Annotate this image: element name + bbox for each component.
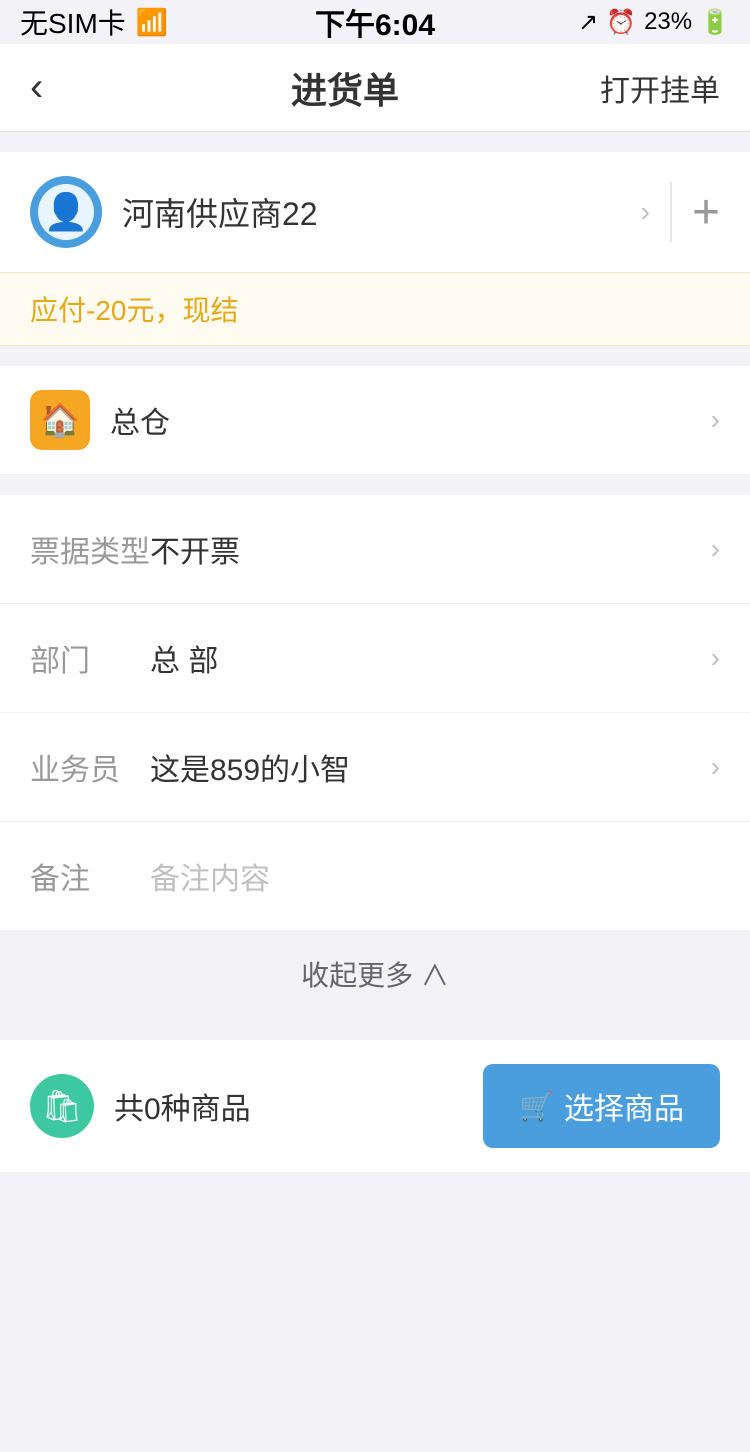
select-product-icon: 🛒: [519, 1090, 554, 1123]
supplier-section: 👤 河南供应商22 › + 应付-20元，现结: [0, 152, 750, 346]
carrier-label: 无SIM卡: [20, 2, 126, 42]
warehouse-icon: 🏠: [40, 401, 80, 439]
salesperson-arrow-icon: ›: [711, 751, 720, 783]
remark-row[interactable]: 备注 备注内容: [0, 822, 750, 930]
salesperson-value: 这是859的小智: [150, 745, 711, 789]
supplier-avatar: 👤: [30, 176, 102, 248]
salesperson-row[interactable]: 业务员 这是859的小智 ›: [0, 713, 750, 822]
invoice-type-arrow-icon: ›: [711, 533, 720, 565]
back-button[interactable]: ‹: [30, 65, 90, 110]
product-icon-container: 🛍: [30, 1074, 94, 1138]
add-supplier-button[interactable]: +: [692, 185, 720, 240]
section-divider-4: [0, 1018, 750, 1038]
department-value: 总 部: [150, 636, 711, 680]
bottom-bar: 🛍 共0种商品 🛒 选择商品: [0, 1040, 750, 1172]
empty-area: [0, 1172, 750, 1452]
page-title: 进货单: [90, 62, 600, 114]
person-icon: 👤: [44, 191, 89, 233]
battery-icon: 🔋: [700, 8, 730, 37]
status-time: 下午6:04: [315, 0, 435, 44]
product-count-label: 共0种商品: [114, 1084, 483, 1128]
invoice-type-value: 不开票: [150, 527, 711, 571]
wifi-icon: 📶: [136, 7, 168, 38]
status-right: ↗ ⏰ 23% 🔋: [578, 8, 730, 37]
department-label: 部门: [30, 636, 150, 680]
form-section: 票据类型 不开票 › 部门 总 部 › 业务员 这是859的小智 › 备注 备注…: [0, 495, 750, 930]
invoice-type-row[interactable]: 票据类型 不开票 ›: [0, 495, 750, 604]
warehouse-name: 总仓: [110, 398, 711, 442]
avatar-inner: 👤: [38, 184, 94, 240]
remark-label: 备注: [30, 854, 150, 898]
select-product-button[interactable]: 🛒 选择商品: [483, 1064, 720, 1148]
collapse-label: 收起更多 ∧: [301, 954, 449, 994]
department-row[interactable]: 部门 总 部 ›: [0, 604, 750, 713]
section-divider-1: [0, 132, 750, 152]
supplier-divider: [670, 182, 672, 242]
alarm-icon: ⏰: [606, 8, 636, 37]
warehouse-icon-container: 🏠: [30, 390, 90, 450]
section-divider-3: [0, 475, 750, 495]
supplier-row[interactable]: 👤 河南供应商22 › +: [0, 152, 750, 272]
notice-banner: 应付-20元，现结: [0, 272, 750, 346]
nav-bar: ‹ 进货单 打开挂单: [0, 44, 750, 132]
notice-text: 应付-20元，现结: [30, 295, 238, 326]
invoice-type-label: 票据类型: [30, 527, 150, 571]
location-icon: ↗: [578, 8, 598, 37]
collapse-row[interactable]: 收起更多 ∧: [0, 930, 750, 1018]
open-pending-button[interactable]: 打开挂单: [600, 66, 720, 110]
department-arrow-icon: ›: [711, 642, 720, 674]
remark-placeholder[interactable]: 备注内容: [150, 854, 720, 898]
section-divider-2: [0, 346, 750, 366]
select-product-label: 选择商品: [564, 1084, 684, 1128]
status-left: 无SIM卡 📶: [20, 2, 168, 42]
supplier-arrow-icon: ›: [641, 196, 650, 228]
salesperson-label: 业务员: [30, 745, 150, 789]
warehouse-row[interactable]: 🏠 总仓 ›: [0, 366, 750, 475]
supplier-name: 河南供应商22: [122, 189, 641, 235]
status-bar: 无SIM卡 📶 下午6:04 ↗ ⏰ 23% 🔋: [0, 0, 750, 44]
warehouse-arrow-icon: ›: [711, 404, 720, 436]
product-bag-icon: 🛍: [42, 1087, 83, 1125]
battery-label: 23%: [644, 8, 692, 36]
